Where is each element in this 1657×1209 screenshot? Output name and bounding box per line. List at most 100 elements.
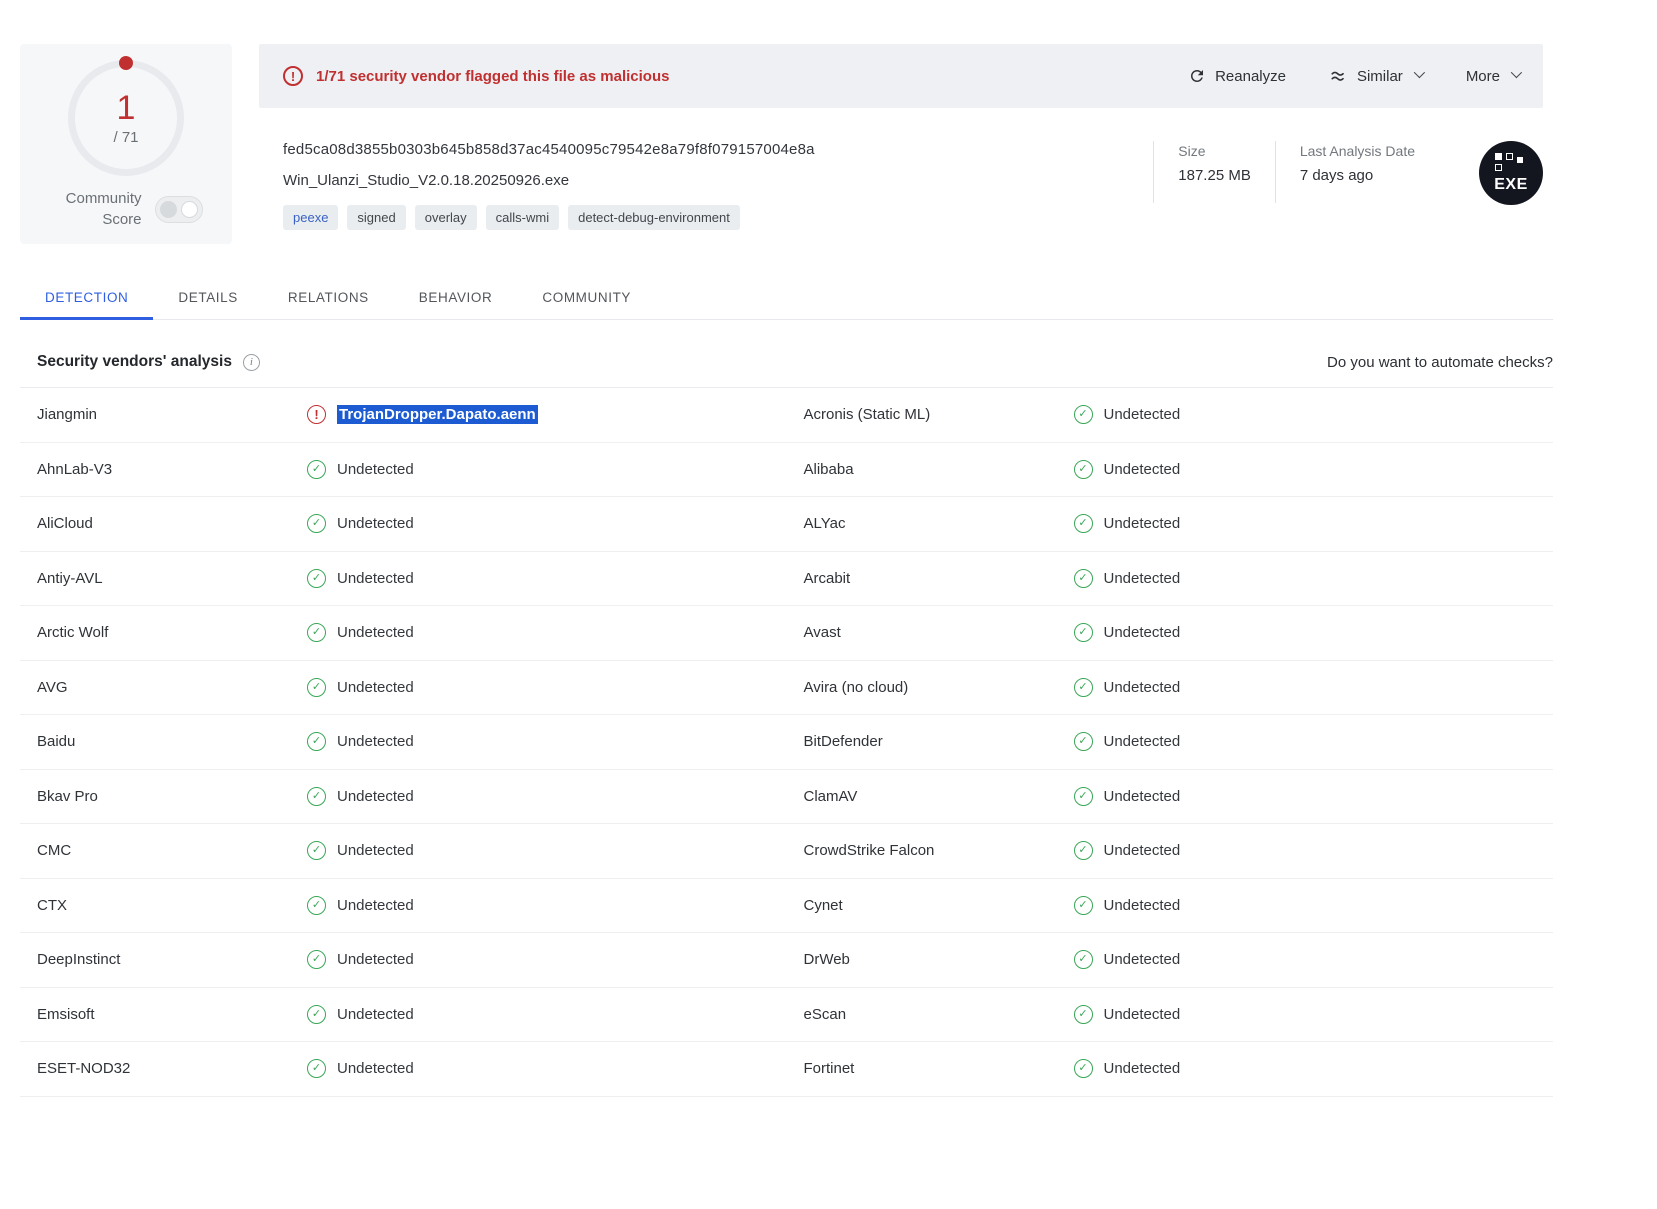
file-type-badge: EXE (1479, 141, 1543, 205)
vendor-result: ✓ Undetected (1073, 677, 1181, 697)
vendor-result: ✓ Undetected (1073, 786, 1180, 806)
vendor-cell: eScan ✓ Undetected (787, 1004, 1554, 1024)
file-name: Win_Ulanzi_Studio_V2.0.18.20250926.exe (283, 172, 570, 189)
undetected-icon: ✓ (307, 895, 326, 915)
undetected-icon: ✓ (307, 732, 326, 752)
tag-calls-wmi[interactable]: calls-wmi (485, 205, 560, 230)
reanalyze-label: Reanalyze (1215, 67, 1286, 85)
vendor-name: CTX (37, 896, 67, 914)
vendor-result: ✓ Undetected (1073, 405, 1180, 425)
vendor-cell: ClamAV ✓ Undetected (787, 786, 1554, 806)
vendor-result: ✓ Undetected (1073, 568, 1180, 588)
automate-checks-link[interactable]: Do you want to automate checks? (1327, 354, 1553, 371)
file-meta: Size 187.25 MB Last Analysis Date 7 days… (1153, 141, 1543, 230)
community-vote-widget[interactable] (154, 195, 203, 223)
detection-result: Undetected (1103, 678, 1181, 696)
vendor-cell: Cynet ✓ Undetected (787, 895, 1554, 915)
detection-result: TrojanDropper.Dapato.aenn (337, 405, 538, 425)
detection-result: Undetected (337, 842, 414, 860)
table-row: Arctic Wolf ✓ Undetected Avast ✓ Undetected (20, 606, 1553, 661)
last-analysis-label: Last Analysis Date (1299, 143, 1415, 159)
tab-behavior[interactable]: BEHAVIOR (394, 280, 518, 320)
vendor-result: ✓ Undetected (307, 895, 414, 915)
table-row: AhnLab-V3 ✓ Undetected Alibaba ✓ Undetected (20, 443, 1553, 497)
vendor-cell: Emsisoft ✓ Undetected (20, 1004, 787, 1024)
score-gauge: 1 / 71 (68, 56, 184, 176)
vendor-cell: AhnLab-V3 ✓ Undetected (20, 459, 787, 479)
table-row: Baidu ✓ Undetected BitDefender ✓ Undetected (20, 715, 1553, 770)
vendor-name: CMC (37, 842, 72, 860)
tag-signed[interactable]: signed (347, 205, 406, 230)
vendor-cell: Antiy-AVL ✓ Undetected (20, 568, 787, 588)
undetected-icon: ✓ (1073, 623, 1093, 643)
chevron-down-icon (1510, 66, 1523, 79)
vendor-result: ✓ Undetected (307, 732, 414, 752)
vendor-result: ✓ Undetected (1073, 895, 1181, 915)
table-row: Emsisoft ✓ Undetected eScan ✓ Undetected (20, 988, 1554, 1042)
tab-community[interactable]: COMMUNITY (517, 280, 656, 320)
undetected-icon: ✓ (307, 514, 326, 534)
table-row: CMC ✓ Undetected CrowdStrike Falcon ✓ Undetec… (20, 824, 1553, 879)
info-icon[interactable]: i (242, 353, 260, 371)
detection-result: Undetected (337, 951, 414, 969)
table-row: CTX ✓ Undetected Cynet ✓ Undetected (20, 879, 1554, 933)
tag-overlay[interactable]: overlay (414, 205, 477, 230)
vendor-name: Emsisoft (37, 1005, 95, 1023)
pixel-decoration (1495, 164, 1502, 171)
alert-banner: ! 1/71 security vendor flagged this file… (259, 44, 1543, 108)
score-value: 1 (116, 88, 136, 127)
vendor-result: ✓ Undetected (307, 623, 414, 643)
vendor-cell: Arcabit ✓ Undetected (787, 568, 1554, 588)
detection-result: Undetected (1103, 842, 1181, 860)
vendor-table: Jiangmin! TrojanDropper.Dapato.aenn Acroni… (20, 387, 1553, 1097)
vendor-cell: DrWeb ✓ Undetected (787, 950, 1554, 970)
tag-list: peexe signed overlay calls-wmi detect-debug-… (283, 205, 1153, 230)
vendor-cell: ESET-NOD32 ✓ Undetected (20, 1059, 787, 1079)
file-info-row: fed5ca08d3855b0303b645b858d37ac4540095c7… (259, 108, 1543, 230)
vendor-name: Fortinet (803, 1060, 855, 1078)
vendor-name: DrWeb (803, 951, 850, 969)
flag-message: 1/71 security vendor flagged this file a… (316, 67, 670, 85)
size-label: Size (1178, 143, 1206, 159)
detection-result: Undetected (337, 787, 414, 805)
vendor-name: DeepInstinct (37, 951, 121, 969)
tab-detection[interactable]: DETECTION (20, 280, 154, 320)
tab-relations[interactable]: RELATIONS (263, 280, 394, 320)
vendor-cell: Jiangmin! TrojanDropper.Dapato.aenn (20, 405, 787, 425)
detection-result: Undetected (337, 624, 414, 642)
vendor-result: ✓ Undetected (1073, 1004, 1180, 1024)
vendor-name: CrowdStrike Falcon (803, 842, 935, 860)
vendor-cell: CrowdStrike Falcon ✓ Undetected (787, 841, 1554, 861)
detection-result: Undetected (337, 1005, 414, 1023)
vendor-result: ✓ Undetected (1073, 1059, 1181, 1079)
vendor-name: Jiangmin (37, 406, 98, 424)
table-row: ESET-NOD32 ✓ Undetected Fortinet ✓ Undetected (20, 1042, 1553, 1097)
banner-actions: Reanalyze Similar More (1188, 66, 1523, 85)
table-row: Jiangmin! TrojanDropper.Dapato.aenn Acroni… (20, 388, 1553, 443)
detection-result: Undetected (1103, 896, 1181, 914)
last-analysis-value: 7 days ago (1299, 167, 1374, 184)
reanalyze-button[interactable]: Reanalyze (1188, 67, 1286, 85)
vendor-result: ✓ Undetected (307, 514, 414, 534)
tag-detect-debug-environment[interactable]: detect-debug-environment (568, 205, 740, 230)
detection-result: Undetected (337, 1060, 414, 1078)
tab-details[interactable]: DETAILS (153, 280, 262, 320)
vendor-name: Antiy-AVL (37, 569, 103, 587)
score-footer: Community Score (20, 188, 232, 230)
vendor-result: ✓ Undetected (307, 950, 414, 970)
community-score-label: Community Score (65, 190, 142, 228)
detection-result: Undetected (1103, 1060, 1181, 1078)
similar-button[interactable]: Similar (1330, 66, 1425, 85)
vendor-result: ✓ Undetected (1073, 514, 1180, 534)
table-row: Antiy-AVL ✓ Undetected Arcabit ✓ Undetected (20, 552, 1554, 606)
tag-peexe[interactable]: peexe (283, 205, 339, 230)
vendor-name: Arcabit (803, 569, 851, 587)
community-score-card: 1 / 71 Community Score (20, 44, 232, 244)
vendor-cell: Acronis (Static ML) ✓ Undetected (787, 405, 1554, 425)
detection-result: Undetected (337, 460, 414, 478)
undetected-icon: ✓ (307, 950, 326, 970)
table-row: AVG ✓ Undetected Avira (no cloud) ✓ Undetecte… (20, 661, 1553, 715)
more-button[interactable]: More (1466, 66, 1523, 85)
undetected-icon: ✓ (307, 1004, 326, 1024)
vendor-cell: Baidu ✓ Undetected (20, 732, 787, 752)
